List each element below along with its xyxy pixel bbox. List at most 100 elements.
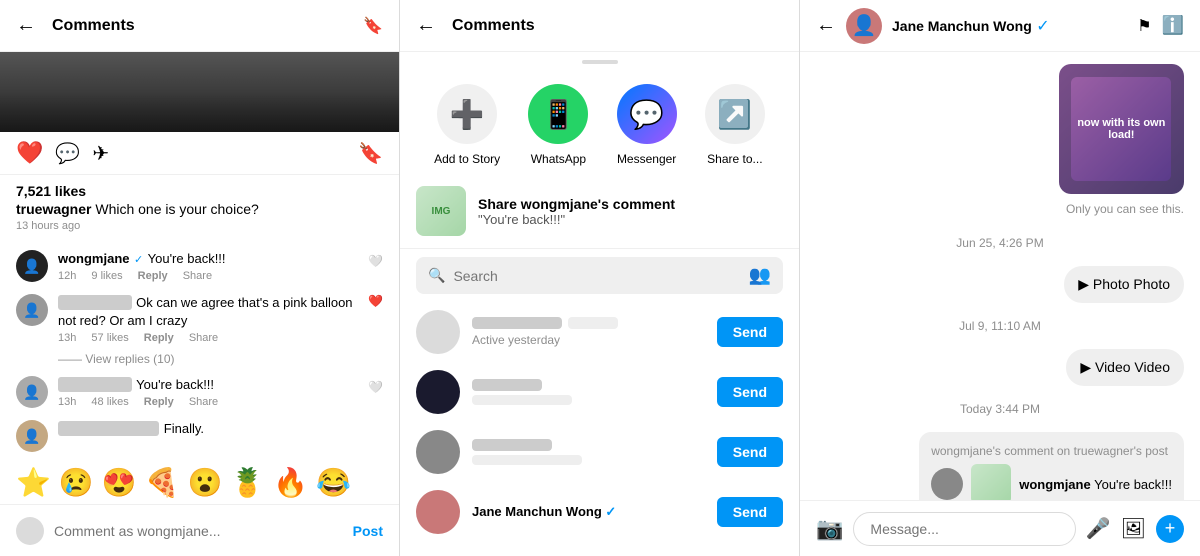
- caption-text: Which one is your choice?: [95, 201, 258, 217]
- mic-icon[interactable]: 🎤: [1086, 516, 1111, 541]
- info-icon[interactable]: ℹ️: [1162, 15, 1184, 36]
- play-icon: ▶: [1078, 276, 1089, 292]
- play-icon-video: ▶: [1080, 359, 1091, 375]
- comment-time: 13h: [58, 396, 76, 408]
- emoji-star[interactable]: ⭐: [16, 466, 51, 499]
- send-button-jane[interactable]: Send: [717, 497, 783, 527]
- share-button[interactable]: Share: [189, 396, 218, 408]
- left-title: Comments: [52, 17, 135, 35]
- share-more[interactable]: ↗️ Share to...: [705, 84, 765, 166]
- reply-button[interactable]: Reply: [144, 396, 174, 408]
- contact-avatar-jane: [416, 490, 460, 534]
- add-people-icon[interactable]: 👥: [749, 265, 771, 286]
- search-input[interactable]: [453, 268, 740, 284]
- like-icon[interactable]: ❤️: [16, 140, 43, 166]
- camera-icon[interactable]: 📷: [816, 516, 843, 542]
- shared-comment-text: You're back!!!: [1094, 477, 1172, 492]
- likes-count: 7,521 likes: [16, 183, 383, 199]
- emoji-pineapple[interactable]: 🍍: [230, 466, 265, 499]
- emoji-surprised[interactable]: 😮: [188, 466, 223, 499]
- contact-info: [472, 379, 705, 405]
- share-comment-preview: IMG Share wongmjane's comment "You're ba…: [400, 174, 799, 249]
- left-header: ← Comments 🔖: [0, 0, 399, 52]
- comment-like-icon[interactable]: ❤️: [368, 294, 383, 308]
- comments-list: 👤 wongmjane ✓ You're back!!! 12h 9 likes…: [0, 236, 399, 504]
- search-bar-container: 🔍 👥: [400, 249, 799, 302]
- back-icon-right[interactable]: ←: [816, 14, 836, 37]
- shared-comment-bubble: wongmjane's comment on truewagner's post…: [919, 432, 1184, 500]
- emoji-fire[interactable]: 🔥: [273, 466, 308, 499]
- share-messenger[interactable]: 💬 Messenger: [617, 84, 677, 166]
- contact-info-jane: Jane Manchun Wong ✓: [472, 504, 705, 520]
- user-avatar-header: 👤: [846, 8, 882, 44]
- post-image: [0, 52, 399, 132]
- avatar: 👤: [16, 376, 48, 408]
- middle-header: ← Comments: [400, 0, 799, 52]
- comment-likes: 57 likes: [91, 332, 128, 344]
- message-input-row: 📷 🎤 🖼 +: [800, 500, 1200, 556]
- share-add-story[interactable]: ➕ Add to Story: [434, 84, 500, 166]
- photo-label[interactable]: Photo: [1093, 276, 1130, 292]
- image-icon[interactable]: 🖼: [1121, 516, 1146, 541]
- bookmark-icon[interactable]: 🔖: [363, 16, 383, 36]
- contact-info: Active yesterday: [472, 317, 705, 347]
- message-bubble-photo: ▶ Photo Photo: [1064, 266, 1184, 303]
- shared-post-section: now with its own load! Only you can see …: [816, 64, 1184, 220]
- comment-input[interactable]: [54, 523, 343, 539]
- header-username-area: Jane Manchun Wong ✓: [892, 16, 1050, 36]
- message-input[interactable]: [853, 512, 1075, 546]
- comment-username-blurred[interactable]: ████████: [58, 377, 132, 392]
- action-bar: ❤️ 💬 ✈ 🔖: [0, 132, 399, 175]
- shared-post-image-inner: now with its own load!: [1071, 77, 1171, 181]
- video-label[interactable]: Video: [1095, 359, 1131, 375]
- comment-icon[interactable]: 💬: [55, 141, 80, 166]
- view-replies[interactable]: View replies (10): [0, 350, 399, 370]
- comment-item: 👤 ███████████ Finally.: [0, 414, 399, 458]
- back-icon[interactable]: ←: [16, 14, 36, 37]
- avatar: 👤: [16, 294, 48, 326]
- comment-like-icon[interactable]: 🤍: [368, 380, 383, 394]
- send-button[interactable]: Send: [717, 377, 783, 407]
- add-button[interactable]: +: [1156, 515, 1184, 543]
- comment-username-blurred[interactable]: ███████████: [58, 421, 159, 436]
- add-story-icon: ➕: [437, 84, 497, 144]
- header-username[interactable]: Jane Manchun Wong: [892, 18, 1032, 34]
- comment-username-blurred[interactable]: ████████: [58, 295, 132, 310]
- emoji-cry[interactable]: 😢: [59, 466, 94, 499]
- share-icon[interactable]: ✈: [92, 141, 109, 166]
- send-button[interactable]: Send: [717, 317, 783, 347]
- reply-button[interactable]: Reply: [138, 270, 168, 282]
- emoji-pizza[interactable]: 🍕: [145, 466, 180, 499]
- contact-avatar: [416, 430, 460, 474]
- flag-icon[interactable]: ⚑: [1137, 16, 1151, 36]
- comment-username[interactable]: wongmjane: [58, 251, 130, 266]
- post-info: 7,521 likes truewagner Which one is your…: [0, 175, 399, 236]
- search-bar: 🔍 👥: [416, 257, 783, 294]
- shared-post-image: now with its own load!: [1059, 64, 1184, 194]
- message-row-video: ▶ Video Video: [816, 349, 1184, 386]
- contact-item: Active yesterday Send: [400, 302, 799, 362]
- back-icon-middle[interactable]: ←: [416, 14, 436, 37]
- save-icon[interactable]: 🔖: [358, 141, 383, 166]
- comment-like-icon[interactable]: 🤍: [368, 254, 383, 268]
- share-whatsapp[interactable]: 📱 WhatsApp: [528, 84, 588, 166]
- reply-button[interactable]: Reply: [144, 332, 174, 344]
- comment-text: Finally.: [164, 421, 204, 436]
- send-button[interactable]: Send: [717, 437, 783, 467]
- message-date-2: Jul 9, 11:10 AM: [816, 319, 1184, 333]
- comment-item: 👤 wongmjane ✓ You're back!!! 12h 9 likes…: [0, 244, 399, 288]
- comment-time: 13h: [58, 332, 76, 344]
- share-comment-subtitle: "You're back!!!": [478, 212, 675, 227]
- contact-status: Active yesterday: [472, 333, 705, 347]
- share-icons-row: ➕ Add to Story 📱 WhatsApp 💬 Messenger ↗️…: [400, 68, 799, 174]
- caption-username[interactable]: truewagner: [16, 201, 91, 217]
- share-button[interactable]: Share: [183, 270, 212, 282]
- share-button[interactable]: Share: [189, 332, 218, 344]
- whatsapp-label: WhatsApp: [531, 152, 586, 166]
- emoji-laugh[interactable]: 😂: [316, 466, 351, 499]
- comment-content: ████████ Ok can we agree that's a pink b…: [58, 294, 358, 344]
- emoji-heart-eyes[interactable]: 😍: [102, 466, 137, 499]
- message-bubble-video: ▶ Video Video: [1066, 349, 1184, 386]
- post-button[interactable]: Post: [353, 523, 383, 539]
- share-more-label: Share to...: [707, 152, 762, 166]
